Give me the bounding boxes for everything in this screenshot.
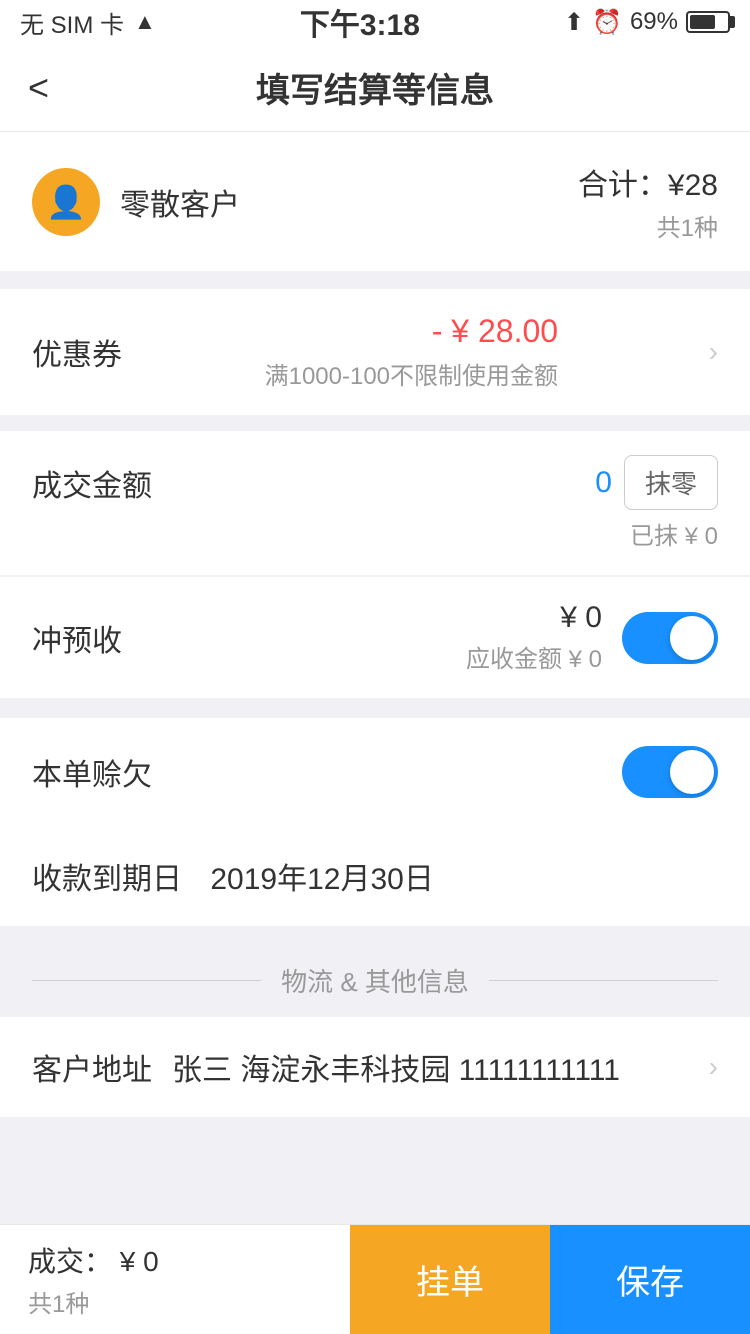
amount-row: 成交金额 0 抹零 (32, 455, 718, 510)
no-sim-label: 无 SIM 卡 (20, 5, 124, 40)
status-bar: 无 SIM 卡 ▲ 下午3:18 ⬆ ⏰ 69% (0, 0, 750, 44)
prepay-toggle[interactable] (622, 612, 718, 664)
debit-label: 本单赊欠 (32, 750, 152, 794)
customer-left: 👤 零散客户 (32, 168, 240, 236)
bottom-bar: 成交： ¥ 0 共1种 挂单 保存 (0, 1224, 750, 1334)
save-button[interactable]: 保存 (550, 1225, 750, 1334)
amount-sub-row: 已抹 ¥ 0 (32, 516, 718, 551)
pending-button[interactable]: 挂单 (350, 1225, 550, 1334)
coupon-desc: 满1000-100不限制使用金额 (265, 356, 558, 391)
duedate-section: 收款到期日 2019年12月30日 (0, 826, 750, 926)
prepay-section: 冲预收 ¥ 0 应收金额 ¥ 0 (0, 577, 750, 698)
prepay-sub-value: 应收金额 ¥ 0 (466, 639, 602, 674)
battery-icon (686, 11, 730, 33)
status-right: ⬆ ⏰ 69% (564, 8, 730, 37)
divider-1 (0, 273, 750, 289)
debit-toggle-knob (670, 750, 714, 794)
divider-4 (0, 928, 750, 944)
address-label: 客户地址 (32, 1045, 152, 1089)
logistics-line-left (32, 980, 261, 981)
address-section[interactable]: 客户地址 张三 海淀永丰科技园 11111111111 › (0, 1017, 750, 1117)
total-amount: 合计：¥28 (578, 160, 718, 204)
logistics-label: 物流 & 其他信息 (281, 962, 469, 999)
alarm-icon: ⏰ (592, 8, 622, 37)
page-title: 填写结算等信息 (256, 63, 494, 112)
address-value: 张三 海淀永丰科技园 11111111111 (172, 1045, 701, 1089)
prepay-right: ¥ 0 应收金额 ¥ 0 (466, 601, 718, 674)
bottom-deal-label: 成交： (28, 1246, 112, 1277)
deal-amount-value[interactable]: 0 (595, 466, 612, 500)
logistics-line-right (489, 980, 718, 981)
back-button[interactable]: < (28, 67, 49, 109)
divider-3 (0, 700, 750, 716)
customer-section: 👤 零散客户 合计：¥28 共1种 (0, 132, 750, 271)
coupon-right: - ¥ 28.00 满1000-100不限制使用金额 (265, 313, 558, 391)
bottom-count: 共1种 (28, 1284, 322, 1319)
status-time: 下午3:18 (300, 0, 420, 44)
prepay-values: ¥ 0 应收金额 ¥ 0 (466, 601, 602, 674)
address-chevron-icon: › (709, 1051, 718, 1083)
deal-amount-section: 成交金额 0 抹零 已抹 ¥ 0 (0, 431, 750, 575)
duedate-label: 收款到期日 (32, 863, 182, 896)
moling-button[interactable]: 抹零 (624, 455, 718, 510)
customer-name: 零散客户 (120, 180, 240, 224)
prepay-label: 冲预收 (32, 616, 122, 660)
avatar-icon: 👤 (46, 183, 86, 221)
logistics-header: 物流 & 其他信息 (0, 944, 750, 1017)
divider-2 (0, 415, 750, 431)
avatar: 👤 (32, 168, 100, 236)
coupon-section[interactable]: 优惠券 - ¥ 28.00 满1000-100不限制使用金额 › (0, 289, 750, 415)
coupon-amount: - ¥ 28.00 (265, 313, 558, 350)
moling-sub-label: 已抹 ¥ 0 (630, 516, 718, 551)
amount-right: 0 抹零 (595, 455, 718, 510)
debit-section: 本单赊欠 (0, 718, 750, 826)
divider-5 (0, 1119, 750, 1159)
total-count: 共1种 (578, 208, 718, 243)
coupon-label: 优惠券 (32, 330, 122, 374)
coupon-chevron-icon: › (709, 336, 718, 368)
duedate-value: 2019年12月30日 (210, 863, 433, 896)
battery-percent: 69% (630, 8, 678, 36)
location-icon: ⬆ (564, 8, 584, 37)
bottom-deal-row: 成交： ¥ 0 (28, 1240, 322, 1280)
toggle-knob (670, 616, 714, 660)
bottom-info: 成交： ¥ 0 共1种 (0, 1240, 350, 1319)
wifi-icon: ▲ (134, 9, 156, 35)
deal-amount-label: 成交金额 (32, 461, 152, 505)
battery-fill (690, 15, 715, 29)
bottom-deal-value: ¥ 0 (120, 1246, 159, 1277)
nav-bar: < 填写结算等信息 (0, 44, 750, 132)
content: 👤 零散客户 合计：¥28 共1种 优惠券 - ¥ 28.00 满1000-10… (0, 132, 750, 1279)
debit-toggle[interactable] (622, 746, 718, 798)
status-left: 无 SIM 卡 ▲ (20, 5, 156, 40)
customer-right: 合计：¥28 共1种 (578, 160, 718, 243)
prepay-main-value: ¥ 0 (466, 601, 602, 635)
